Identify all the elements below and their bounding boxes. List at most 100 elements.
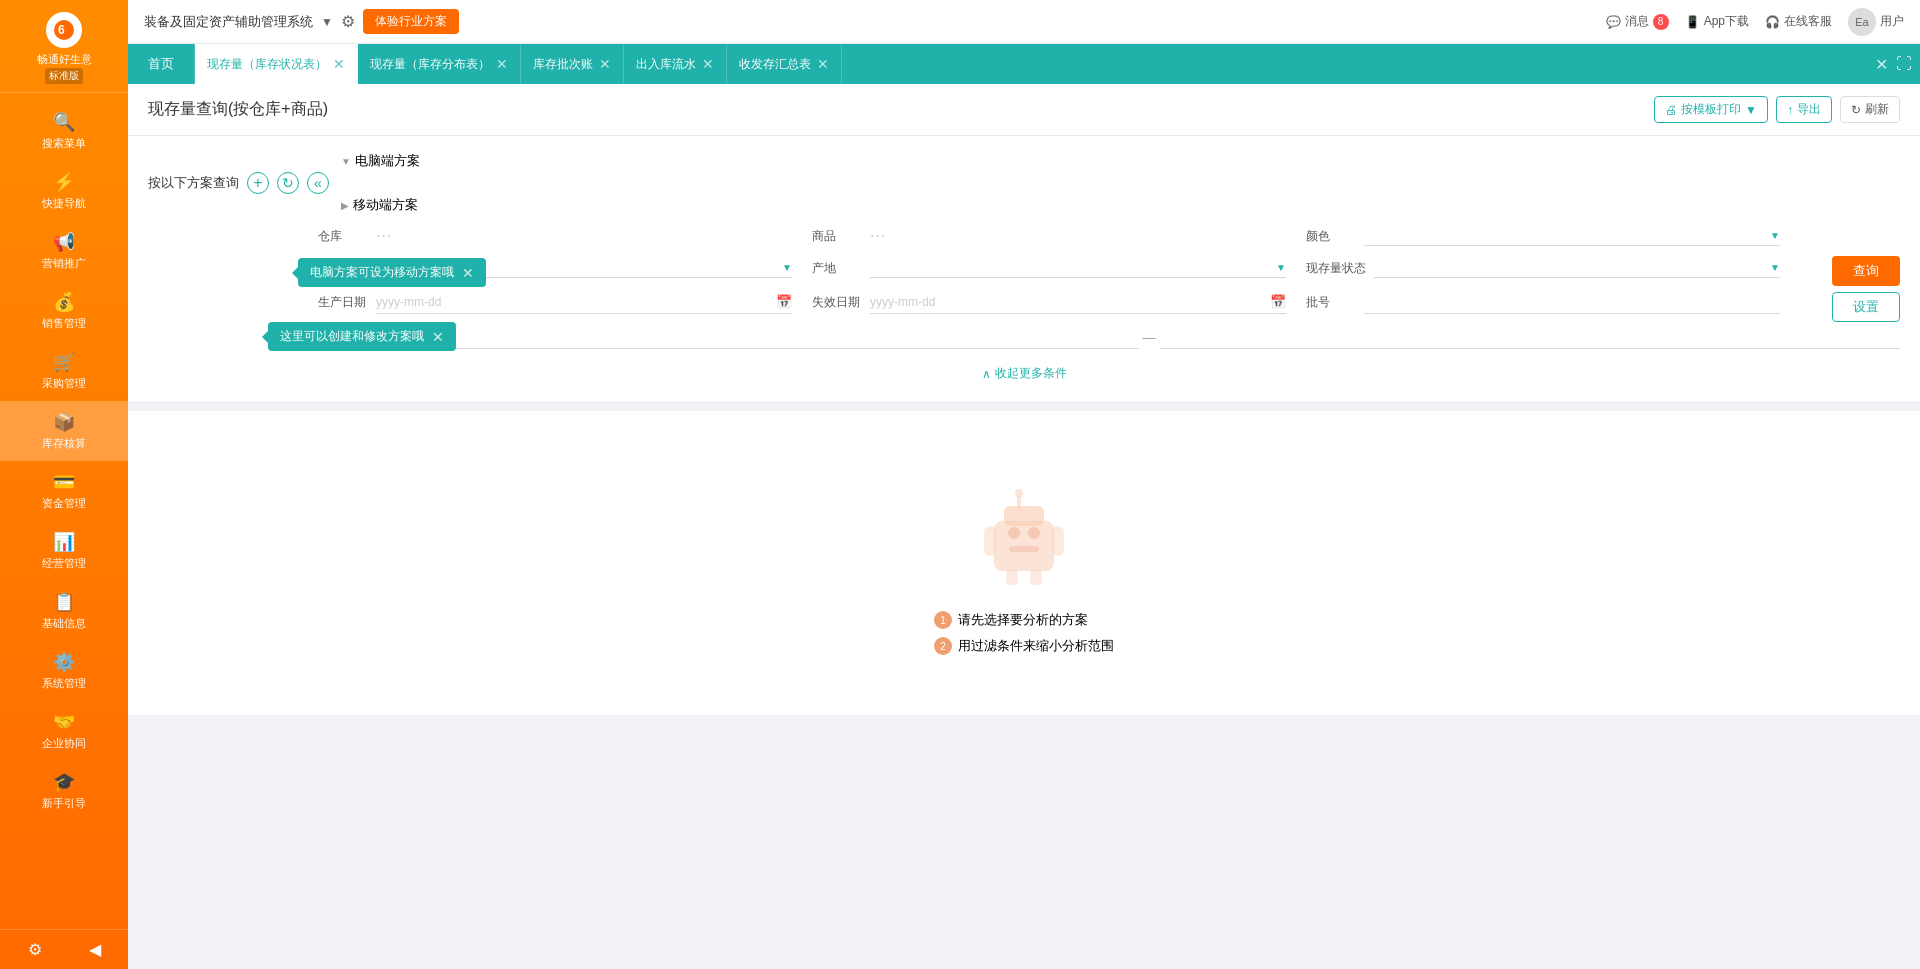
topbar-settings-icon[interactable]: ⚙: [341, 12, 355, 31]
message-btn[interactable]: 💬 消息 8: [1606, 13, 1669, 30]
collapse-row: ∧ 收起更多条件: [148, 357, 1900, 386]
tab-close-in-out[interactable]: ✕: [702, 57, 714, 71]
search-btn[interactable]: 查询: [1832, 256, 1900, 286]
user-btn[interactable]: Ea 用户: [1848, 8, 1904, 36]
produce-date-input[interactable]: yyyy-mm-dd 📅: [376, 290, 792, 314]
logo-icon: 6: [46, 12, 82, 48]
stock-qty-max-input[interactable]: [1160, 326, 1901, 349]
tabs-fullscreen-btn[interactable]: ⛶: [1896, 55, 1912, 73]
product-dots[interactable]: ···: [870, 227, 886, 245]
mobile-scheme[interactable]: ▶ 移动端方案: [341, 196, 420, 214]
field-origin: 产地 ▼: [812, 258, 1286, 278]
template-print-btn[interactable]: 🖨 按模板打印 ▼: [1654, 96, 1768, 123]
color-select[interactable]: ▼: [1364, 226, 1780, 246]
reset-btn[interactable]: 设置: [1832, 292, 1900, 322]
origin-select[interactable]: ▼: [870, 258, 1286, 278]
stock-qty-min-input[interactable]: [398, 326, 1139, 349]
export-btn[interactable]: ↑ 导出: [1776, 96, 1832, 123]
industry-btn[interactable]: 体验行业方案: [363, 9, 459, 34]
tab-close-inventory-dist[interactable]: ✕: [496, 57, 508, 71]
filter-row-1: 仓库 ··· 商品 ··· 颜色 ▼: [318, 226, 1780, 246]
operations-icon: 📊: [53, 531, 75, 553]
batch-no-input[interactable]: [1364, 291, 1780, 314]
phone-icon: 📱: [1685, 15, 1700, 29]
tabs-close-all-btn[interactable]: ✕: [1875, 55, 1888, 74]
sidebar-settings-btn[interactable]: ⚙: [28, 940, 42, 959]
logo-text: 畅通好生意: [37, 52, 92, 66]
desktop-scheme-label: 电脑端方案: [355, 152, 420, 170]
filter-row-4: 现存量（主） —: [318, 326, 1900, 349]
field-warehouse: 仓库 ···: [318, 226, 792, 246]
search-btn-panel: 查询 设置: [1832, 256, 1900, 322]
range-dash: —: [1143, 330, 1156, 345]
svg-point-12: [1015, 489, 1023, 497]
tab-inventory-batch[interactable]: 库存批次账 ✕: [521, 44, 624, 84]
sidebar-item-purchase[interactable]: 🛒 采购管理: [0, 341, 128, 401]
size-select-arrow: ▼: [782, 262, 792, 273]
filter-back-btn[interactable]: «: [307, 172, 329, 194]
filter-refresh-btn[interactable]: ↻: [277, 172, 299, 194]
topbar-right: 💬 消息 8 📱 App下载 🎧 在线客服 Ea 用户: [1606, 8, 1904, 36]
sidebar-collapse-btn[interactable]: ◀: [89, 940, 101, 959]
system-dropdown-icon[interactable]: ▼: [321, 15, 333, 29]
sidebar-item-sales[interactable]: 💰 销售管理: [0, 281, 128, 341]
sidebar-item-enterprise[interactable]: 🤝 企业协同: [0, 701, 128, 761]
tooltip-1-close[interactable]: ✕: [462, 265, 474, 281]
tabs-bar: 首页 现存量（库存状况表） ✕ 现存量（库存分布表） ✕ 库存批次账 ✕ 出入库…: [128, 44, 1920, 84]
tab-close-inventory-status[interactable]: ✕: [333, 57, 345, 71]
logo-badge: 标准版: [45, 68, 83, 84]
tooltip-2-close[interactable]: ✕: [432, 329, 444, 345]
collapse-btn[interactable]: ∧ 收起更多条件: [982, 365, 1067, 382]
sidebar-logo: 6 畅通好生意 标准版: [0, 0, 128, 93]
field-batch-no: 批号: [1306, 290, 1780, 314]
step-2-text: 用过滤条件来缩小分析范围: [958, 637, 1114, 655]
guide-icon: 🎓: [53, 771, 75, 793]
sidebar-item-marketing[interactable]: 📢 营销推广: [0, 221, 128, 281]
step-2-num: 2: [934, 637, 952, 655]
expire-date-input[interactable]: yyyy-mm-dd 📅: [870, 290, 1286, 314]
field-product: 商品 ···: [812, 226, 1286, 246]
tab-inventory-status[interactable]: 现存量（库存状况表） ✕: [195, 44, 358, 84]
sidebar-item-guide[interactable]: 🎓 新手引导: [0, 761, 128, 821]
tab-close-collect[interactable]: ✕: [817, 57, 829, 71]
tab-close-inventory-batch[interactable]: ✕: [599, 57, 611, 71]
sidebar-item-quick-nav[interactable]: ⚡ 快捷导航: [0, 161, 128, 221]
sidebar-item-operations[interactable]: 📊 经营管理: [0, 521, 128, 581]
filter-fields-section: 仓库 ··· 商品 ··· 颜色 ▼: [318, 226, 1900, 349]
sidebar-item-inventory[interactable]: 📦 库存核算: [0, 401, 128, 461]
empty-state: 1 请先选择要分析的方案 2 用过滤条件来缩小分析范围: [128, 411, 1920, 715]
stock-status-select[interactable]: ▼: [1374, 258, 1780, 278]
sidebar-bottom: ⚙ ◀: [0, 929, 128, 969]
filter-header-row: 按以下方案查询 + ↻ « ▼ 电脑端方案 ▶ 移动端方案: [148, 152, 1900, 214]
online-service-btn[interactable]: 🎧 在线客服: [1765, 13, 1832, 30]
sidebar-nav: 🔍 搜索菜单 ⚡ 快捷导航 📢 营销推广 💰 销售管理 🛒 采购管理 📦 库存核…: [0, 93, 128, 929]
tab-in-out-flow[interactable]: 出入库流水 ✕: [624, 44, 727, 84]
svg-rect-10: [1030, 569, 1042, 585]
system-icon: ⚙️: [53, 651, 75, 673]
sidebar-item-search-menu[interactable]: 🔍 搜索菜单: [0, 101, 128, 161]
sidebar-item-basic-info[interactable]: 📋 基础信息: [0, 581, 128, 641]
svg-rect-11: [1017, 496, 1021, 508]
inventory-icon: 📦: [53, 411, 75, 433]
sidebar-item-system[interactable]: ⚙️ 系统管理: [0, 641, 128, 701]
service-icon: 🎧: [1765, 15, 1780, 29]
tab-home[interactable]: 首页: [128, 44, 195, 84]
tab-collect-summary[interactable]: 收发存汇总表 ✕: [727, 44, 842, 84]
app-download-btn[interactable]: 📱 App下载: [1685, 13, 1749, 30]
filter-add-btn[interactable]: +: [247, 172, 269, 194]
warehouse-dots[interactable]: ···: [376, 227, 392, 245]
desktop-scheme[interactable]: ▼ 电脑端方案: [341, 152, 420, 170]
page-content: 现存量查询(按仓库+商品) 🖨 按模板打印 ▼ ↑ 导出 ↻ 刷新: [128, 84, 1920, 969]
svg-point-4: [1008, 527, 1020, 539]
search-menu-icon: 🔍: [53, 111, 75, 133]
basic-info-icon: 📋: [53, 591, 75, 613]
field-produce-date: 生产日期 yyyy-mm-dd 📅: [318, 290, 792, 314]
sidebar-item-finance[interactable]: 💳 资金管理: [0, 461, 128, 521]
field-stock-status: 现存量状态 ▼: [1306, 258, 1780, 278]
refresh-btn[interactable]: ↻ 刷新: [1840, 96, 1900, 123]
tab-inventory-dist[interactable]: 现存量（库存分布表） ✕: [358, 44, 521, 84]
field-expire-date: 失效日期 yyyy-mm-dd 📅: [812, 290, 1286, 314]
page-header: 现存量查询(按仓库+商品) 🖨 按模板打印 ▼ ↑ 导出 ↻ 刷新: [128, 84, 1920, 136]
marketing-icon: 📢: [53, 231, 75, 253]
empty-illustration: [964, 471, 1084, 591]
